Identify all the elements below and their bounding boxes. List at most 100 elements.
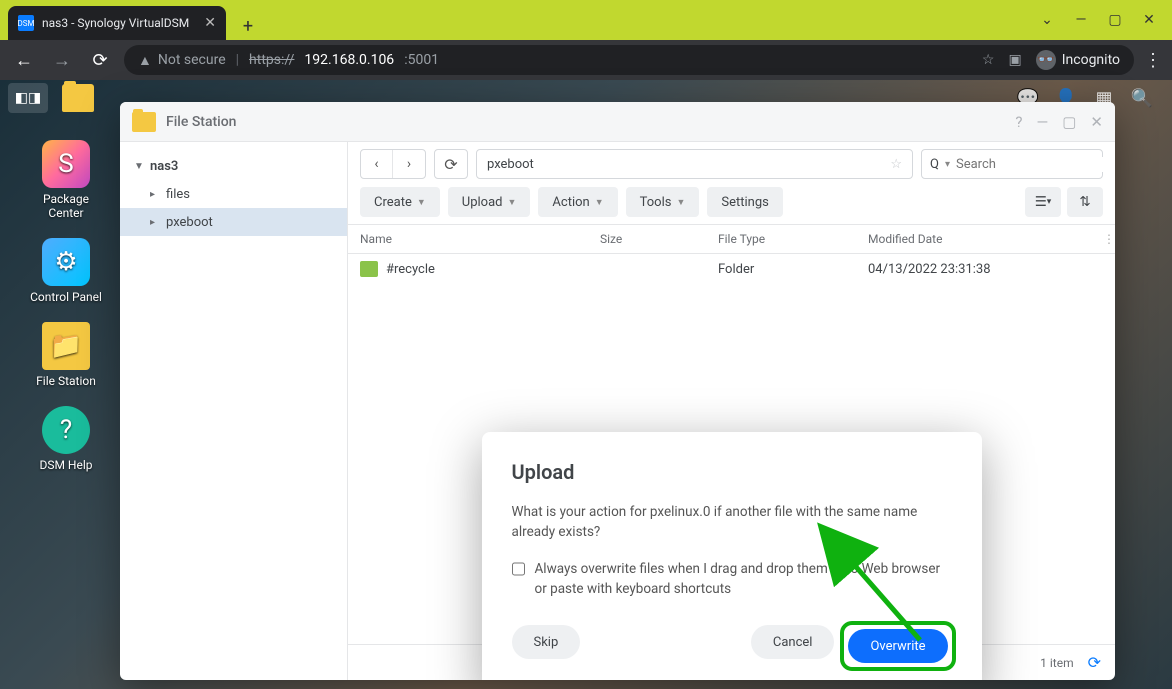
settings-button[interactable]: Settings: [707, 187, 782, 217]
path-text: pxeboot: [487, 157, 534, 172]
close-icon[interactable]: ✕: [1090, 113, 1103, 131]
bookmark-star-icon[interactable]: ☆: [982, 52, 995, 68]
close-window-icon[interactable]: ✕: [1142, 13, 1156, 27]
path-box[interactable]: pxeboot ☆: [476, 149, 913, 179]
upload-dialog: Upload What is your action for pxelinux.…: [482, 432, 982, 680]
table-row[interactable]: #recycle Folder 04/13/2022 23:31:38: [348, 254, 1115, 284]
browser-toolbar: ← → ⟳ ▲ Not secure | https://192.168.0.1…: [0, 40, 1172, 80]
incognito-icon: 👓: [1036, 50, 1056, 70]
file-date: 04/13/2022 23:31:38: [856, 262, 1091, 277]
taskbar-filestation-icon[interactable]: [62, 84, 94, 112]
nav-back-button[interactable]: ‹: [361, 150, 393, 178]
desktop-icon-dsm-help[interactable]: ? DSM Help: [30, 406, 102, 472]
search-dropdown-icon[interactable]: ▾: [945, 159, 950, 170]
file-rows: #recycle Folder 04/13/2022 23:31:38 Uplo…: [348, 254, 1115, 644]
col-menu-icon[interactable]: ⋮: [1091, 232, 1115, 246]
file-name: #recycle: [386, 262, 435, 277]
main-panel: ‹ › ⟳ pxeboot ☆ Q▾ Create▼ Upload▼: [348, 142, 1115, 680]
desktop-icon-control-panel[interactable]: ⚙ Control Panel: [30, 238, 102, 304]
refresh-button[interactable]: ⟳: [434, 149, 468, 179]
nav-forward-button[interactable]: ›: [393, 150, 425, 178]
desktop-icon-package-center[interactable]: S Package Center: [30, 140, 102, 220]
chrome-menu-button[interactable]: ⋮: [1144, 50, 1162, 71]
caret-right-icon: ▸: [150, 217, 160, 228]
item-count: 1 item: [1040, 656, 1073, 670]
browser-titlebar: DSM nas3 - Synology VirtualDSM ✕ + ⌄ — ▢…: [0, 0, 1172, 40]
view-list-button[interactable]: ☰ ▾: [1025, 187, 1061, 217]
col-size[interactable]: Size: [588, 232, 706, 246]
new-tab-button[interactable]: +: [234, 12, 262, 40]
tree-item-files[interactable]: ▸ files: [120, 180, 347, 208]
tab-title: nas3 - Synology VirtualDSM: [42, 16, 189, 30]
sort-button[interactable]: ⇅: [1067, 187, 1103, 217]
modal-backdrop: Upload What is your action for pxelinux.…: [348, 362, 1115, 608]
main-menu-button[interactable]: ◧◨: [8, 83, 48, 113]
insecure-label: Not secure: [158, 52, 226, 68]
col-modified[interactable]: Modified Date: [856, 232, 1091, 246]
always-overwrite-checkbox[interactable]: Always overwrite files when I drag and d…: [512, 559, 952, 600]
file-station-window: File Station ? — ▢ ✕ ▼ nas3 ▸ files ▸: [120, 102, 1115, 680]
tree-item-pxeboot[interactable]: ▸ pxeboot: [120, 208, 347, 236]
help-icon[interactable]: ?: [1015, 113, 1022, 131]
chrome-account-icon[interactable]: ⌄: [1040, 13, 1054, 27]
incognito-indicator[interactable]: 👓 Incognito: [1036, 50, 1120, 70]
caret-down-icon: ▼: [134, 161, 144, 172]
create-button[interactable]: Create▼: [360, 187, 440, 217]
address-bar[interactable]: ▲ Not secure | https://192.168.0.106:500…: [124, 45, 1134, 75]
upload-button[interactable]: Upload▼: [448, 187, 531, 217]
status-reload-icon[interactable]: ⟳: [1088, 653, 1101, 672]
forward-button[interactable]: →: [48, 46, 76, 74]
url-port: :5001: [404, 52, 439, 68]
panel-icon[interactable]: ▣: [1008, 52, 1021, 68]
dialog-title: Upload: [512, 460, 952, 484]
desktop-label: Control Panel: [30, 290, 102, 304]
desktop-icons: S Package Center ⚙ Control Panel 📁 File …: [30, 140, 102, 472]
folder-icon: [360, 261, 378, 277]
tree-label: pxeboot: [166, 215, 213, 230]
tools-button[interactable]: Tools▼: [626, 187, 700, 217]
search-box[interactable]: Q▾: [921, 149, 1103, 179]
col-type[interactable]: File Type: [706, 232, 856, 246]
favorite-star-icon[interactable]: ☆: [890, 157, 902, 172]
window-title: File Station: [166, 114, 236, 130]
maximize-icon[interactable]: ▢: [1062, 113, 1076, 131]
tree-root[interactable]: ▼ nas3: [120, 152, 347, 180]
tree-label: files: [166, 187, 190, 202]
url-host: 192.168.0.106: [304, 52, 394, 68]
tab-favicon: DSM: [18, 15, 34, 31]
back-button[interactable]: ←: [10, 46, 38, 74]
file-station-icon: 📁: [42, 322, 90, 370]
dsm-desktop: ◧◨ 💬 👤 ▦ 🔍 S Package Center ⚙ Control Pa…: [0, 80, 1172, 689]
file-type: Folder: [706, 262, 856, 277]
minimize-icon[interactable]: —: [1037, 113, 1049, 131]
folder-tree: ▼ nas3 ▸ files ▸ pxeboot: [120, 142, 348, 680]
package-center-icon: S: [42, 140, 90, 188]
action-button[interactable]: Action▼: [538, 187, 617, 217]
window-header[interactable]: File Station ? — ▢ ✕: [120, 102, 1115, 142]
highlight-annotation: Overwrite: [844, 625, 951, 667]
col-name[interactable]: Name: [348, 232, 588, 246]
checkbox-label: Always overwrite files when I drag and d…: [535, 559, 952, 600]
nav-history: ‹ ›: [360, 149, 426, 179]
checkbox-input[interactable]: [512, 561, 525, 577]
desktop-label: Package Center: [30, 192, 102, 220]
overwrite-button[interactable]: Overwrite: [848, 629, 947, 663]
warning-icon: ▲: [138, 52, 152, 69]
dsm-help-icon: ?: [42, 406, 90, 454]
tab-close-icon[interactable]: ✕: [204, 15, 216, 31]
browser-tab[interactable]: DSM nas3 - Synology VirtualDSM ✕: [8, 6, 226, 40]
column-headers: Name Size File Type Modified Date ⋮: [348, 224, 1115, 254]
taskbar-search-icon[interactable]: 🔍: [1132, 88, 1152, 108]
minimize-window-icon[interactable]: —: [1074, 13, 1088, 27]
tree-label: nas3: [150, 159, 178, 174]
desktop-label: DSM Help: [39, 458, 92, 472]
url-scheme: https://: [249, 52, 294, 68]
cancel-button[interactable]: Cancel: [751, 625, 835, 659]
maximize-window-icon[interactable]: ▢: [1108, 13, 1122, 27]
security-indicator[interactable]: ▲ Not secure: [138, 52, 226, 69]
skip-button[interactable]: Skip: [512, 625, 581, 659]
control-panel-icon: ⚙: [42, 238, 90, 286]
desktop-icon-file-station[interactable]: 📁 File Station: [30, 322, 102, 388]
search-input[interactable]: [956, 157, 1115, 172]
reload-button[interactable]: ⟳: [86, 46, 114, 74]
